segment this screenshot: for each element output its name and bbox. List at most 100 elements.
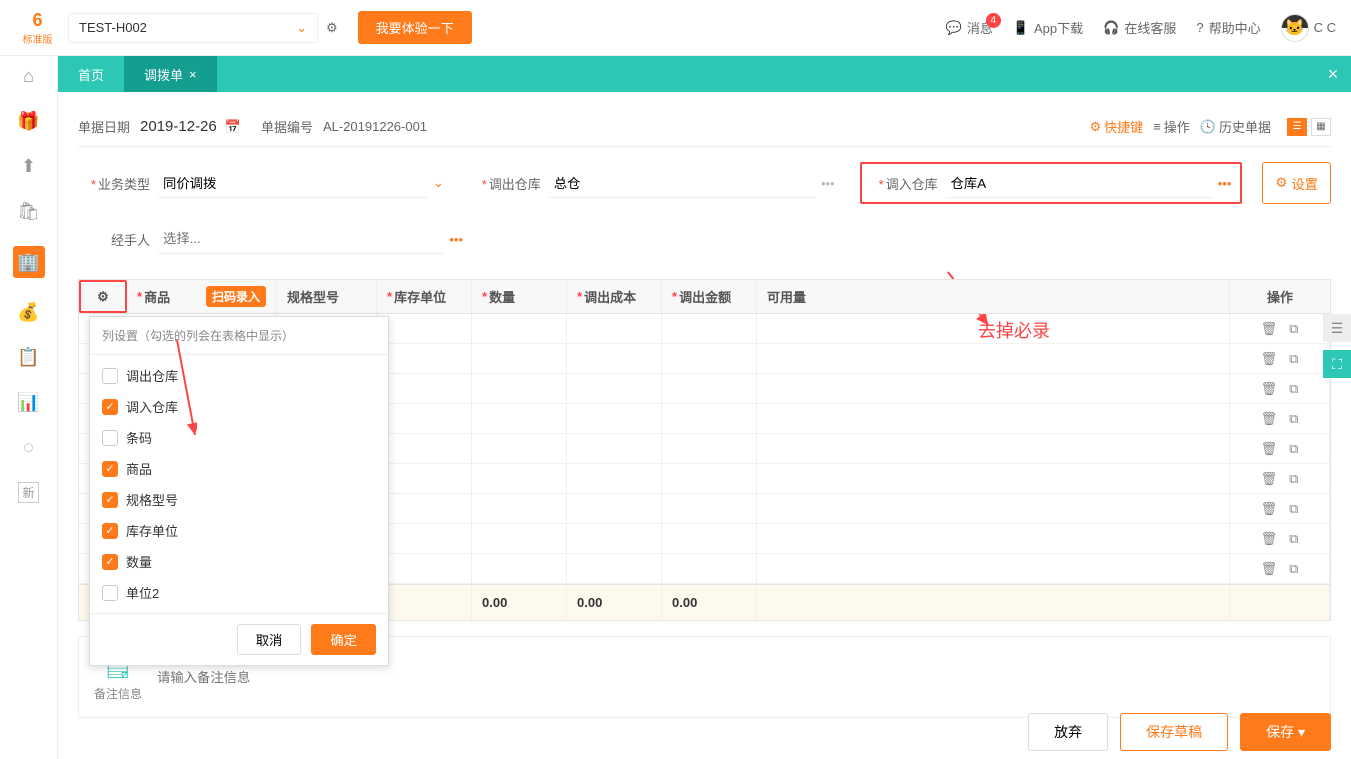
delete-icon[interactable]: 🗑 xyxy=(1261,321,1278,337)
delete-icon[interactable]: 🗑 xyxy=(1261,381,1278,397)
in-warehouse-input[interactable] xyxy=(946,168,1213,198)
history-button[interactable]: 🕓历史单据 xyxy=(1200,117,1271,136)
copy-icon[interactable]: ⧉ xyxy=(1289,411,1298,427)
shortcut-button[interactable]: ⚙快捷键 xyxy=(1090,117,1144,136)
column-option[interactable]: ✓数量 xyxy=(90,546,388,577)
more-icon[interactable]: ••• xyxy=(444,232,468,247)
date-value[interactable]: 2019-12-26 xyxy=(140,118,217,135)
copy-icon[interactable]: ⧉ xyxy=(1289,441,1298,457)
try-button[interactable]: 我要体验一下 xyxy=(358,11,472,44)
save-draft-button[interactable]: 保存草稿 xyxy=(1120,713,1228,751)
list-icon: ≡ xyxy=(1153,119,1161,134)
purchase-icon[interactable]: ⬆ xyxy=(21,156,36,177)
copy-icon[interactable]: ⧉ xyxy=(1289,471,1298,487)
settings-icon[interactable]: ◌ xyxy=(23,437,34,458)
remark-input[interactable] xyxy=(157,670,1315,685)
column-option[interactable]: 单位2 xyxy=(90,577,388,608)
tab-home[interactable]: 首页 xyxy=(58,56,124,92)
col-outamt: *调出金额 xyxy=(662,280,757,313)
cancel-button[interactable]: 取消 xyxy=(237,624,302,655)
save-button[interactable]: 保存 ▾ xyxy=(1240,713,1331,751)
delete-icon[interactable]: 🗑 xyxy=(1261,471,1278,487)
download-button[interactable]: 📱 App下载 xyxy=(1013,18,1083,37)
delete-icon[interactable]: 🗑 xyxy=(1261,561,1278,577)
help-button[interactable]: ? 帮助中心 xyxy=(1196,18,1260,37)
view-toggle: ☰ ▦ xyxy=(1287,118,1331,136)
new-icon[interactable]: 新 xyxy=(18,482,38,503)
user-menu[interactable]: 🐱 C C xyxy=(1281,14,1336,42)
gift-icon[interactable]: 🎁 xyxy=(17,111,39,132)
popup-title: 列设置（勾选的列会在表格中显示） xyxy=(90,317,388,355)
biz-type-input[interactable] xyxy=(158,168,428,198)
report-icon[interactable]: 📊 xyxy=(17,392,39,413)
handler-input[interactable] xyxy=(158,224,444,254)
more-icon[interactable]: ••• xyxy=(816,176,840,191)
home-icon[interactable]: ⌂ xyxy=(23,66,34,87)
delete-icon[interactable]: 🗑 xyxy=(1261,531,1278,547)
calendar-icon[interactable]: 📅 xyxy=(225,119,241,135)
discard-button[interactable]: 放弃 xyxy=(1028,713,1108,751)
store-selector[interactable]: TEST-H002 ⌄ xyxy=(68,13,318,43)
tabs-close-all[interactable]: × xyxy=(1315,56,1351,92)
gear-icon-3: ⚙ xyxy=(1275,175,1287,191)
messages-button[interactable]: 💬 消息 4 xyxy=(946,18,993,37)
out-warehouse-input[interactable] xyxy=(549,168,816,198)
popup-body[interactable]: 调出仓库 ✓调入仓库条码 ✓商品✓规格型号✓库存单位✓数量单位2 xyxy=(90,355,388,613)
num-value: AL-20191226-001 xyxy=(323,119,427,134)
column-option[interactable]: ✓调入仓库 xyxy=(90,391,388,422)
settings-button[interactable]: ⚙设置 xyxy=(1262,162,1331,204)
column-option[interactable]: 条码 xyxy=(90,422,388,453)
gear-icon-4: ⚙ xyxy=(97,289,109,305)
delete-icon[interactable]: 🗑 xyxy=(1261,351,1278,367)
col-unit: *库存单位 xyxy=(377,280,472,313)
popup-footer: 取消 确定 xyxy=(90,613,388,665)
copy-icon[interactable]: ⧉ xyxy=(1289,501,1298,517)
delete-icon[interactable]: 🗑 xyxy=(1261,441,1278,457)
gear-icon[interactable]: ⚙ xyxy=(326,20,338,36)
scan-button[interactable]: 扫码录入 xyxy=(206,286,266,307)
copy-icon[interactable]: ⧉ xyxy=(1289,531,1298,547)
column-option-label: 条码 xyxy=(126,428,152,447)
column-option-label: 库存单位 xyxy=(126,521,178,540)
delete-icon[interactable]: 🗑 xyxy=(1261,411,1278,427)
more-icon[interactable]: ••• xyxy=(1213,176,1237,191)
fullscreen-icon[interactable]: ⛶ xyxy=(1323,350,1351,378)
tab-close-icon[interactable]: × xyxy=(189,67,197,82)
money-icon[interactable]: 💰 xyxy=(17,302,39,323)
column-option[interactable]: 调出仓库 xyxy=(90,360,388,391)
operation-button[interactable]: ≡操作 xyxy=(1153,117,1190,136)
warehouse-icon[interactable]: 🏢 xyxy=(13,246,45,278)
checkbox-icon xyxy=(102,585,118,601)
in-warehouse-field: *调入仓库 ••• xyxy=(860,162,1243,204)
column-settings-popup: 列设置（勾选的列会在表格中显示） 调出仓库 ✓调入仓库条码 ✓商品✓规格型号✓库存单… xyxy=(89,316,389,666)
tab-transfer[interactable]: 调拨单 × xyxy=(124,56,217,92)
message-badge: 4 xyxy=(986,13,1001,28)
chevron-down-icon[interactable]: ⌄ xyxy=(428,175,449,191)
chevron-down-icon: ⌄ xyxy=(296,20,307,36)
table-header: ⚙ *商品扫码录入 规格型号 *库存单位 *数量 *调出成本 *调出金额 可用量… xyxy=(79,280,1330,314)
column-settings-button[interactable]: ⚙ xyxy=(79,280,127,313)
copy-icon[interactable]: ⧉ xyxy=(1289,381,1298,397)
column-option-label: 数量 xyxy=(126,552,152,571)
bag-icon[interactable]: 🛍 xyxy=(17,201,40,222)
col-ops: 操作 xyxy=(1230,280,1330,313)
delete-icon[interactable]: 🗑 xyxy=(1261,501,1278,517)
checkbox-icon xyxy=(102,430,118,446)
column-option-label: 调出仓库 xyxy=(126,366,178,385)
column-option[interactable]: ✓规格型号 xyxy=(90,484,388,515)
phone-icon: 📱 xyxy=(1013,20,1029,36)
notes-toggle-icon[interactable]: ☰ xyxy=(1323,314,1351,342)
copy-icon[interactable]: ⧉ xyxy=(1289,321,1298,337)
copy-icon[interactable]: ⧉ xyxy=(1289,561,1298,577)
view-grid-icon[interactable]: ▦ xyxy=(1311,118,1331,136)
checkbox-icon xyxy=(102,368,118,384)
ok-button[interactable]: 确定 xyxy=(311,624,376,655)
logo: 6 标准版 xyxy=(15,10,60,46)
column-option[interactable]: ✓商品 xyxy=(90,453,388,484)
service-button[interactable]: 🎧 在线客服 xyxy=(1103,18,1176,37)
column-option[interactable]: ✓库存单位 xyxy=(90,515,388,546)
clipboard-icon[interactable]: 📋 xyxy=(17,347,39,368)
sum-outamt: 0.00 xyxy=(662,585,757,620)
view-list-icon[interactable]: ☰ xyxy=(1287,118,1307,136)
copy-icon[interactable]: ⧉ xyxy=(1289,351,1298,367)
